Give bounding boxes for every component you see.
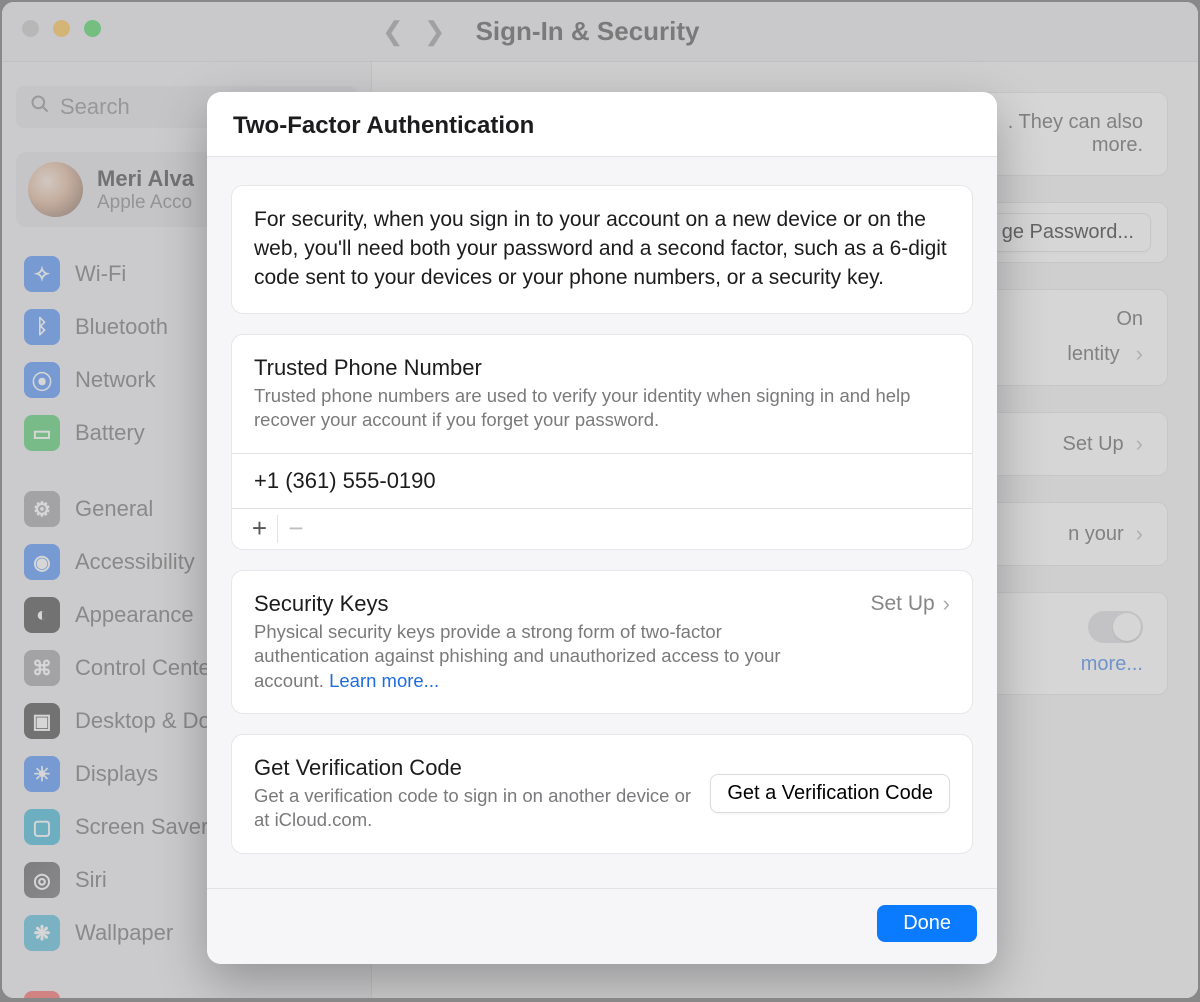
trusted-phone-subtitle: Trusted phone numbers are used to verify… <box>254 384 950 433</box>
verification-code-title: Get Verification Code <box>254 755 692 781</box>
remove-phone-button[interactable]: − <box>278 515 314 543</box>
trusted-phone-value: +1 (361) 555-0190 <box>254 468 436 493</box>
add-phone-button[interactable]: + <box>242 515 278 543</box>
done-button[interactable]: Done <box>877 905 977 942</box>
system-settings-window: ❮ ❯ Sign-In & Security Meri Alva Apple A… <box>2 2 1198 998</box>
trusted-phone-card: Trusted Phone Number Trusted phone numbe… <box>231 334 973 550</box>
modal-footer: Done <box>207 888 997 964</box>
security-keys-learn-more-link[interactable]: Learn more... <box>329 670 439 691</box>
chevron-right-icon: › <box>943 591 950 617</box>
security-keys-title: Security Keys <box>254 591 832 617</box>
modal-header: Two-Factor Authentication <box>207 92 997 157</box>
trusted-phone-row[interactable]: +1 (361) 555-0190 <box>232 453 972 508</box>
verification-code-card: Get Verification Code Get a verification… <box>231 734 973 854</box>
intro-text: For security, when you sign in to your a… <box>254 206 950 293</box>
get-verification-code-button[interactable]: Get a Verification Code <box>710 774 950 813</box>
trusted-phone-title: Trusted Phone Number <box>254 355 950 381</box>
verification-code-subtitle: Get a verification code to sign in on an… <box>254 784 692 833</box>
intro-card: For security, when you sign in to your a… <box>231 185 973 314</box>
phone-number-controls: + − <box>232 508 972 549</box>
modal-body: For security, when you sign in to your a… <box>207 157 997 888</box>
security-keys-action-label: Set Up <box>870 592 934 616</box>
two-factor-auth-modal: Two-Factor Authentication For security, … <box>207 92 997 964</box>
security-keys-card[interactable]: Security Keys Physical security keys pro… <box>231 570 973 714</box>
modal-title: Two-Factor Authentication <box>233 112 971 140</box>
